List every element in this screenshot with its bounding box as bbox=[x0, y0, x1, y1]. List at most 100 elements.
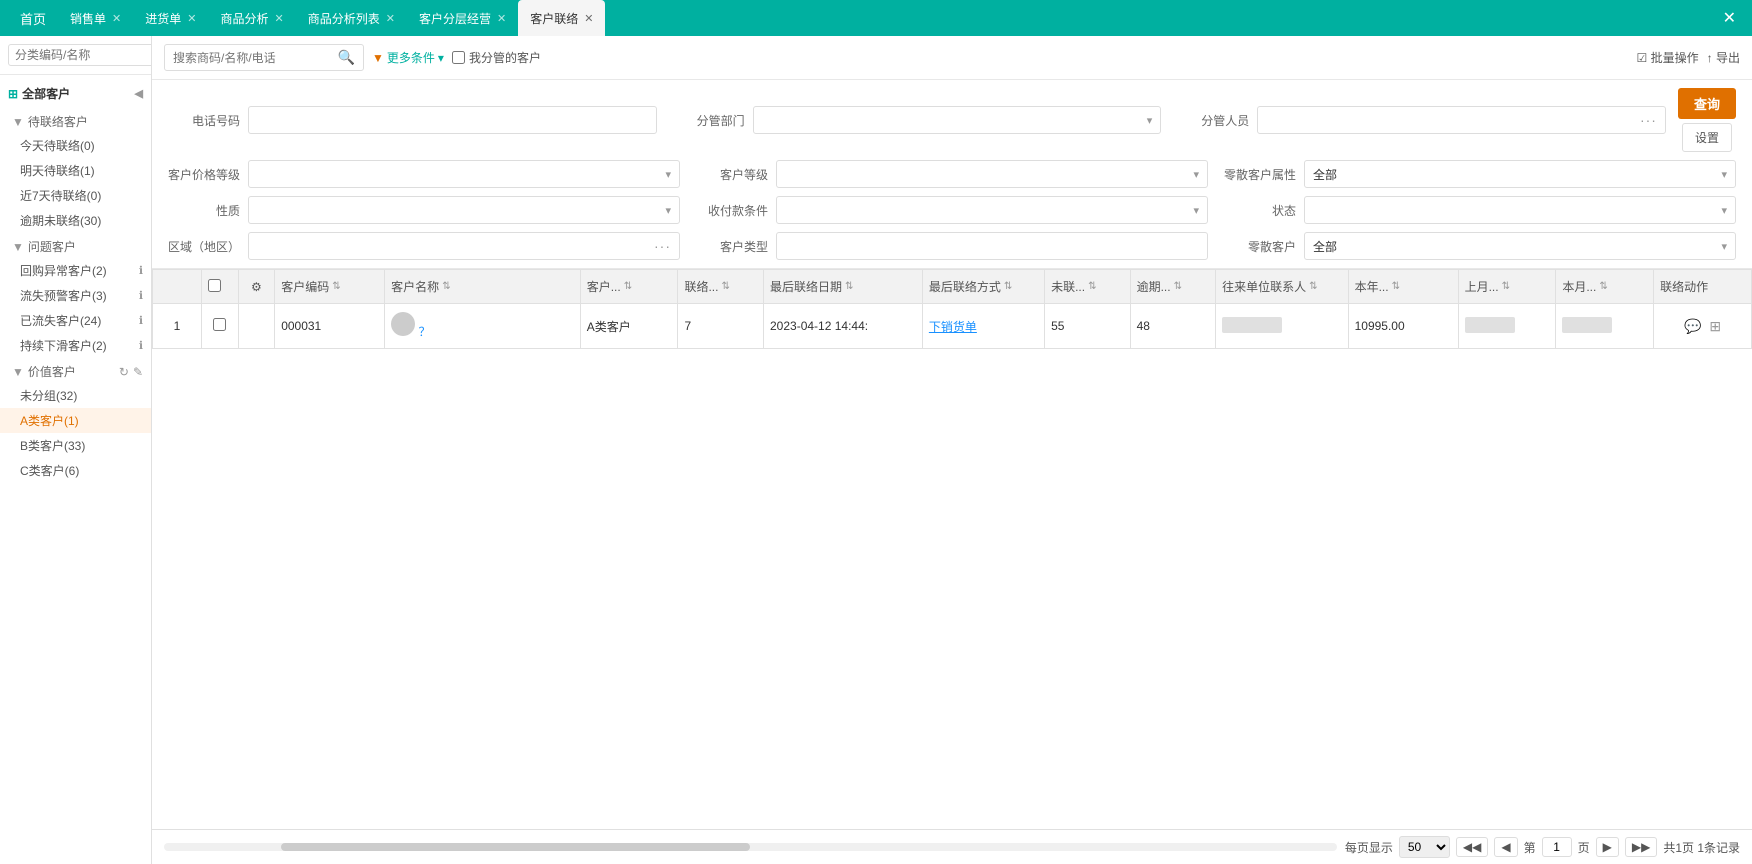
sidebar-tree: ⊞ 全部客户 ◀ ▼ 待联络客户 今天待联络(0) 明天待联络(1) 近7天待联… bbox=[0, 75, 151, 864]
advanced-filters: 电话号码 分管部门 ▾ 分管人员 ··· 查询 设置 bbox=[152, 80, 1752, 269]
filter-search-input[interactable] bbox=[173, 51, 338, 65]
payment-select[interactable]: ▾ bbox=[776, 196, 1208, 224]
sidebar-search-input[interactable] bbox=[8, 44, 152, 66]
action-icons: 💬 ⊞ bbox=[1660, 318, 1745, 335]
close-icon[interactable]: ✕ bbox=[386, 12, 395, 25]
sidebar-section-value[interactable]: ▼ 价值客户 ↻ ✎ bbox=[0, 358, 151, 383]
nav-tab-sales[interactable]: 销售单 ✕ bbox=[58, 0, 133, 36]
nav-home[interactable]: 首页 bbox=[8, 9, 58, 28]
more-conditions-button[interactable]: ▼ 更多条件 ▾ bbox=[372, 49, 444, 66]
nav-tab-purchase[interactable]: 进货单 ✕ bbox=[133, 0, 208, 36]
sort-icon[interactable]: ⇅ bbox=[1502, 281, 1510, 292]
query-button[interactable]: 查询 bbox=[1678, 88, 1736, 119]
gear-icon[interactable]: ⚙ bbox=[251, 280, 262, 294]
search-icon[interactable]: 🔍 bbox=[338, 49, 355, 66]
sidebar-all-customers[interactable]: ⊞ 全部客户 ◀ bbox=[0, 79, 151, 108]
nav-tab-analysis-list[interactable]: 商品分析列表 ✕ bbox=[296, 0, 407, 36]
retail-select[interactable]: 全部 ▾ bbox=[1304, 232, 1736, 260]
my-customers-checkbox[interactable] bbox=[452, 51, 465, 64]
per-page-select[interactable]: 50 100 200 bbox=[1399, 836, 1450, 858]
main-layout: 🔍 ⊞ 全部客户 ◀ ▼ 待联络客户 今天待联络(0) 明天待联络(1) 近7天… bbox=[0, 36, 1752, 864]
cell-this-month bbox=[1556, 304, 1654, 349]
sidebar-item-c-class[interactable]: C类客户(6) bbox=[0, 458, 151, 483]
last-page-button[interactable]: ▶▶ bbox=[1625, 837, 1657, 857]
sort-icon[interactable]: ⇅ bbox=[332, 281, 340, 292]
sort-icon[interactable]: ⇅ bbox=[845, 281, 853, 292]
sidebar-item-abnormal[interactable]: 回购异常客户(2) ℹ bbox=[0, 258, 151, 283]
sidebar-item-declining[interactable]: 持续下滑客户(2) ℹ bbox=[0, 333, 151, 358]
nature-select[interactable]: ▾ bbox=[248, 196, 680, 224]
col-header-unlinked: 未联...⇅ bbox=[1045, 270, 1131, 304]
sidebar-item-overdue[interactable]: 逾期未联络(30) bbox=[0, 208, 151, 233]
my-customers-filter: 我分管的客户 bbox=[452, 49, 541, 66]
filter-nature: 性质 ▾ bbox=[168, 196, 680, 224]
cell-action: 💬 ⊞ bbox=[1654, 304, 1752, 349]
sidebar-item-a-class[interactable]: A类客户(1) bbox=[0, 408, 151, 433]
sort-icon[interactable]: ⇅ bbox=[721, 281, 729, 292]
info-icon: ℹ bbox=[139, 264, 143, 277]
grid-action-icon[interactable]: ⊞ bbox=[1709, 318, 1721, 335]
sidebar-item-today[interactable]: 今天待联络(0) bbox=[0, 133, 151, 158]
price-level-select[interactable]: ▾ bbox=[248, 160, 680, 188]
col-header-gear[interactable]: ⚙ bbox=[238, 270, 275, 304]
sidebar-section-pending[interactable]: ▼ 待联络客户 bbox=[0, 108, 151, 133]
sort-icon[interactable]: ⇅ bbox=[1392, 281, 1400, 292]
row-checkbox[interactable] bbox=[213, 318, 226, 331]
sort-icon[interactable]: ⇅ bbox=[1174, 281, 1182, 292]
sidebar-item-b-class[interactable]: B类客户(33) bbox=[0, 433, 151, 458]
close-icon[interactable]: ✕ bbox=[275, 12, 284, 25]
sidebar-section-problem[interactable]: ▼ 问题客户 bbox=[0, 233, 151, 258]
filter-search-wrapper: 🔍 bbox=[164, 44, 364, 71]
sort-icon[interactable]: ⇅ bbox=[1309, 281, 1317, 292]
close-icon[interactable]: ✕ bbox=[497, 12, 506, 25]
customer-level-select[interactable]: ▾ bbox=[776, 160, 1208, 188]
cell-hist-unit bbox=[1216, 304, 1348, 349]
chevron-down-icon: ▾ bbox=[665, 168, 671, 181]
sort-icon[interactable]: ⇅ bbox=[1004, 281, 1012, 292]
edit-icon[interactable]: ✎ bbox=[133, 365, 143, 379]
next-page-button[interactable]: ▶ bbox=[1596, 837, 1619, 857]
sort-icon[interactable]: ⇅ bbox=[1088, 281, 1096, 292]
horizontal-scrollbar[interactable] bbox=[164, 843, 1337, 851]
close-icon[interactable]: ✕ bbox=[187, 12, 196, 25]
nav-tab-customer-seg[interactable]: 客户分层经营 ✕ bbox=[407, 0, 518, 36]
window-close-button[interactable]: ✕ bbox=[1715, 8, 1744, 28]
select-all-checkbox[interactable] bbox=[208, 279, 221, 292]
customer-type-input[interactable] bbox=[776, 232, 1208, 260]
scrollbar-thumb[interactable] bbox=[281, 843, 750, 851]
col-header-action: 联络动作 bbox=[1654, 270, 1752, 304]
chat-icon[interactable]: 💬 bbox=[1684, 318, 1701, 335]
close-icon[interactable]: ✕ bbox=[584, 12, 593, 25]
sidebar-collapse-button[interactable]: ◀ bbox=[135, 87, 143, 100]
chevron-down-icon: ▾ bbox=[1721, 168, 1727, 181]
nav-tab-customer-contact[interactable]: 客户联络 ✕ bbox=[518, 0, 605, 36]
page-input[interactable] bbox=[1542, 837, 1572, 857]
last-method-link[interactable]: 下销货单 bbox=[929, 320, 977, 334]
status-select[interactable]: ▾ bbox=[1304, 196, 1736, 224]
customer-table: ⚙ 客户编码⇅ 客户名称⇅ 客户...⇅ 联络...⇅ bbox=[152, 269, 1752, 349]
close-icon[interactable]: ✕ bbox=[112, 12, 121, 25]
sort-icon[interactable]: ⇅ bbox=[442, 281, 450, 292]
sort-icon[interactable]: ⇅ bbox=[1599, 281, 1607, 292]
sidebar-item-churned[interactable]: 已流失客户(24) ℹ bbox=[0, 308, 151, 333]
cell-code: 000031 bbox=[275, 304, 385, 349]
sidebar-item-ungrouped[interactable]: 未分组(32) bbox=[0, 383, 151, 408]
settings-button[interactable]: 设置 bbox=[1682, 123, 1732, 152]
sort-icon[interactable]: ⇅ bbox=[624, 281, 632, 292]
sidebar-item-tomorrow[interactable]: 明天待联络(1) bbox=[0, 158, 151, 183]
export-button[interactable]: ↑ 导出 bbox=[1707, 49, 1740, 66]
sidebar-item-churn-warn[interactable]: 流失预警客户(3) ℹ bbox=[0, 283, 151, 308]
region-select[interactable]: ··· bbox=[248, 232, 680, 260]
prev-page-button[interactable]: ◀ bbox=[1494, 837, 1517, 857]
person-select[interactable]: ··· bbox=[1257, 106, 1666, 134]
batch-op-button[interactable]: ☑ 批量操作 bbox=[1637, 49, 1699, 66]
nav-tab-analysis[interactable]: 商品分析 ✕ bbox=[208, 0, 295, 36]
phone-input[interactable] bbox=[248, 106, 657, 134]
retail-attr-select[interactable]: 全部 ▾ bbox=[1304, 160, 1736, 188]
refresh-icon[interactable]: ↻ bbox=[119, 365, 129, 379]
first-page-button[interactable]: ◀◀ bbox=[1456, 837, 1488, 857]
dept-select[interactable]: ▾ bbox=[753, 106, 1162, 134]
customer-name-text[interactable]: ？ bbox=[419, 325, 431, 339]
sidebar-item-week[interactable]: 近7天待联络(0) bbox=[0, 183, 151, 208]
filter-phone: 电话号码 bbox=[168, 106, 657, 134]
